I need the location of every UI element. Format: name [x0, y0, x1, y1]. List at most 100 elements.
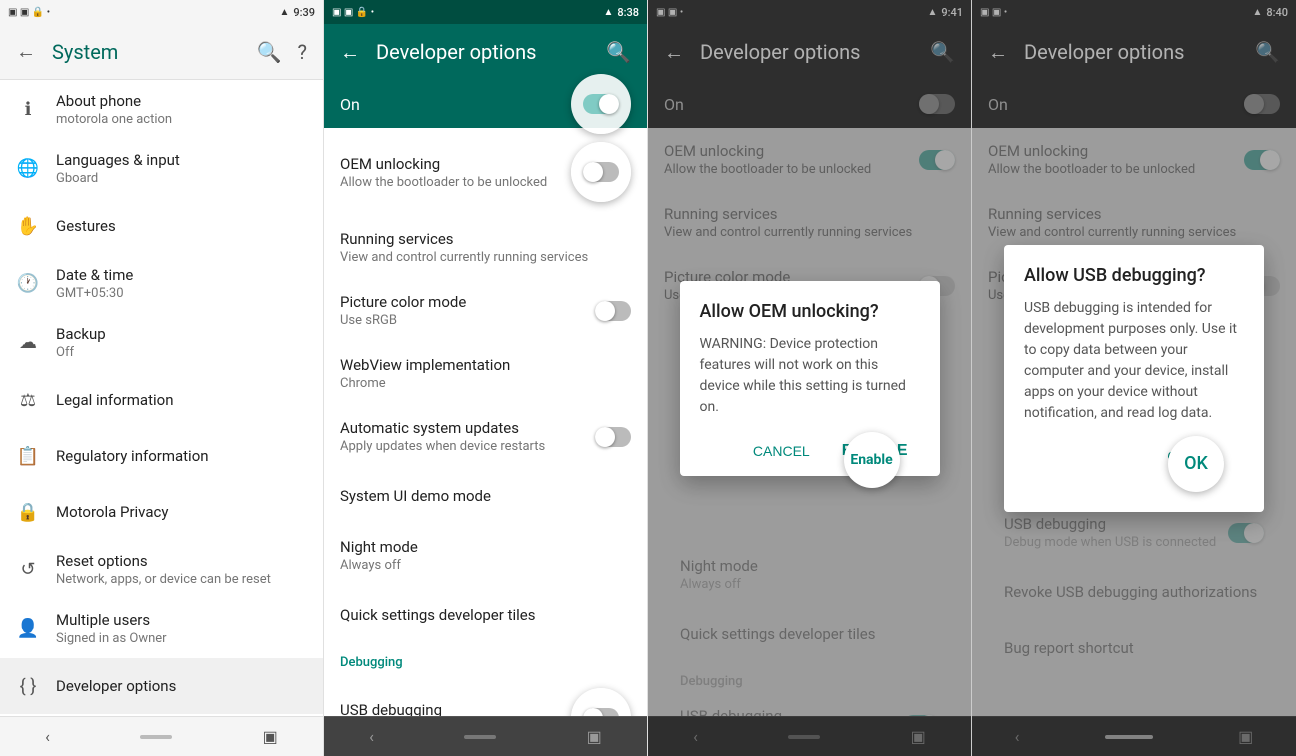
bottom-nav-2: ‹ ▣ [324, 716, 647, 756]
ok-circle[interactable]: OK [1168, 436, 1224, 492]
sidebar-item-backup[interactable]: ☁ Backup Off [0, 313, 323, 372]
webview-subtitle-2: Chrome [340, 376, 631, 391]
oem-dialog-title: Allow OEM unlocking? [700, 301, 920, 322]
sidebar-item-privacy[interactable]: 🔒 Motorola Privacy [0, 484, 323, 540]
qs-title-2: Quick settings developer tiles [340, 606, 631, 624]
usb-dialog-title: Allow USB debugging? [1024, 265, 1244, 286]
picture-color-2[interactable]: Picture color mode Use sRGB [324, 279, 647, 342]
sidebar-item-regulatory[interactable]: 📋 Regulatory information [0, 428, 323, 484]
developer-title: Developer options [56, 677, 307, 695]
webview-title-2: WebView implementation [340, 356, 631, 374]
on-toggle-wrap-2 [571, 74, 631, 134]
settings-scroll-2: OEM unlocking Allow the bootloader to be… [324, 128, 647, 716]
oem-dialog-overlay: Allow OEM unlocking? WARNING: Device pro… [648, 0, 971, 756]
auto-subtitle-2: Apply updates when device restarts [340, 439, 595, 454]
sidebar-item-legal[interactable]: ⚖ Legal information [0, 372, 323, 428]
running-subtitle-2: View and control currently running servi… [340, 250, 631, 265]
picture-subtitle-2: Use sRGB [340, 313, 595, 328]
sidebar-item-users[interactable]: 👤 Multiple users Signed in as Owner [0, 599, 323, 658]
nav-recent-2[interactable]: ▣ [587, 727, 602, 746]
gestures-icon: ✋ [16, 214, 40, 238]
developer-options-panel-4: ▣ ▣ • ▲ 8:40 ← Developer options 🔍 On OE… [972, 0, 1296, 756]
users-title: Multiple users [56, 611, 307, 629]
status-bar-2: ▣ ▣ 🔒 • ▲ 8:38 [324, 0, 647, 24]
language-icon: 🌐 [16, 157, 40, 181]
notification-icons-1: ▣ ▣ 🔒 • [8, 7, 50, 18]
nav-back-2[interactable]: ‹ [369, 727, 374, 746]
system-ui-title-2: System UI demo mode [340, 487, 631, 505]
toolbar-1: ← System 🔍 ? [0, 24, 323, 80]
sidebar-item-datetime[interactable]: 🕐 Date & time GMT+05:30 [0, 254, 323, 313]
nav-back-1[interactable]: ‹ [45, 727, 50, 746]
bottom-nav-1: ‹ ▣ [0, 716, 323, 756]
night-mode-2[interactable]: Night mode Always off [324, 524, 647, 587]
ok-circle-text[interactable]: OK [1184, 453, 1208, 474]
usb-dialog: Allow USB debugging? USB debugging is in… [1004, 245, 1264, 512]
on-header-2[interactable]: On [324, 80, 647, 128]
sidebar-item-language[interactable]: 🌐 Languages & input Gboard [0, 139, 323, 198]
language-subtitle: Gboard [56, 171, 307, 186]
auto-toggle-2[interactable] [595, 427, 631, 447]
night-subtitle-2: Always off [340, 558, 631, 573]
oem-dialog-body: WARNING: Device protection features will… [700, 334, 920, 418]
night-title-2: Night mode [340, 538, 631, 556]
nav-recent-1[interactable]: ▣ [263, 727, 278, 746]
oem-title-2: OEM unlocking [340, 155, 571, 173]
oem-toggle-2[interactable] [583, 162, 619, 182]
running-title-2: Running services [340, 230, 631, 248]
about-title: About phone [56, 92, 307, 110]
auto-updates-2[interactable]: Automatic system updates Apply updates w… [324, 405, 647, 468]
nav-indicator-1 [140, 735, 172, 739]
reset-title: Reset options [56, 552, 307, 570]
back-icon-1[interactable]: ← [16, 39, 36, 64]
language-title: Languages & input [56, 151, 307, 169]
picture-toggle-2[interactable] [595, 301, 631, 321]
sidebar-item-gestures[interactable]: ✋ Gestures [0, 198, 323, 254]
datetime-subtitle: GMT+05:30 [56, 286, 307, 301]
datetime-icon: 🕐 [16, 272, 40, 296]
on-toggle-2[interactable] [583, 94, 619, 114]
oem-subtitle-2: Allow the bootloader to be unlocked [340, 175, 571, 190]
usb-title-2: USB debugging [340, 701, 571, 717]
picture-title-2: Picture color mode [340, 293, 595, 311]
enable-circle: Enable [844, 432, 900, 488]
usb-debug-2[interactable]: USB debugging Debug mode when USB is con… [324, 674, 647, 716]
webview-2[interactable]: WebView implementation Chrome [324, 342, 647, 405]
system-settings-panel: ▣ ▣ 🔒 • ▲ 9:39 ← System 🔍 ? ℹ About phon… [0, 0, 324, 756]
developer-options-panel-2: ▣ ▣ 🔒 • ▲ 8:38 ← Developer options 🔍 On … [324, 0, 648, 756]
legal-title: Legal information [56, 391, 307, 409]
back-icon-2[interactable]: ← [340, 40, 360, 65]
time-2: 8:38 [617, 6, 639, 19]
wifi-icon-2: ▲ [603, 7, 613, 18]
auto-title-2: Automatic system updates [340, 419, 595, 437]
system-ui-2[interactable]: System UI demo mode [324, 468, 647, 524]
sidebar-item-about[interactable]: ℹ About phone motorola one action [0, 80, 323, 139]
oem-cancel-button[interactable]: Cancel [741, 434, 822, 468]
usb-toggle-2[interactable] [583, 708, 619, 716]
sidebar-item-reset[interactable]: ↺ Reset options Network, apps, or device… [0, 540, 323, 599]
qs-dev-tiles-2[interactable]: Quick settings developer tiles [324, 587, 647, 643]
oem-unlocking-item-2[interactable]: OEM unlocking Allow the bootloader to be… [324, 128, 647, 216]
toolbar-title-2: Developer options [376, 40, 590, 64]
users-subtitle: Signed in as Owner [56, 631, 307, 646]
privacy-title: Motorola Privacy [56, 503, 307, 521]
running-services-2[interactable]: Running services View and control curren… [324, 216, 647, 279]
enable-circle-text[interactable]: Enable [850, 452, 892, 468]
info-icon: ℹ [16, 98, 40, 122]
developer-options-panel-3: ▣ ▣ • ▲ 9:41 ← Developer options 🔍 On OE… [648, 0, 972, 756]
on-toggle-circle-2[interactable] [571, 74, 631, 134]
backup-subtitle: Off [56, 345, 307, 360]
search-icon-2[interactable]: 🔍 [606, 40, 631, 64]
sidebar-scroll-1: ℹ About phone motorola one action 🌐 Lang… [0, 80, 323, 716]
usb-dialog-actions: Cancel OK [1024, 440, 1244, 472]
regulatory-icon: 📋 [16, 444, 40, 468]
usb-toggle-circle-2[interactable] [571, 688, 631, 716]
backup-title: Backup [56, 325, 307, 343]
users-icon: 👤 [16, 617, 40, 641]
privacy-icon: 🔒 [16, 500, 40, 524]
sidebar-item-developer[interactable]: { } Developer options [0, 658, 323, 714]
oem-toggle-circle-2[interactable] [571, 142, 631, 202]
search-icon-1[interactable]: 🔍 [257, 40, 282, 64]
regulatory-title: Regulatory information [56, 447, 307, 465]
help-icon-1[interactable]: ? [298, 40, 307, 64]
